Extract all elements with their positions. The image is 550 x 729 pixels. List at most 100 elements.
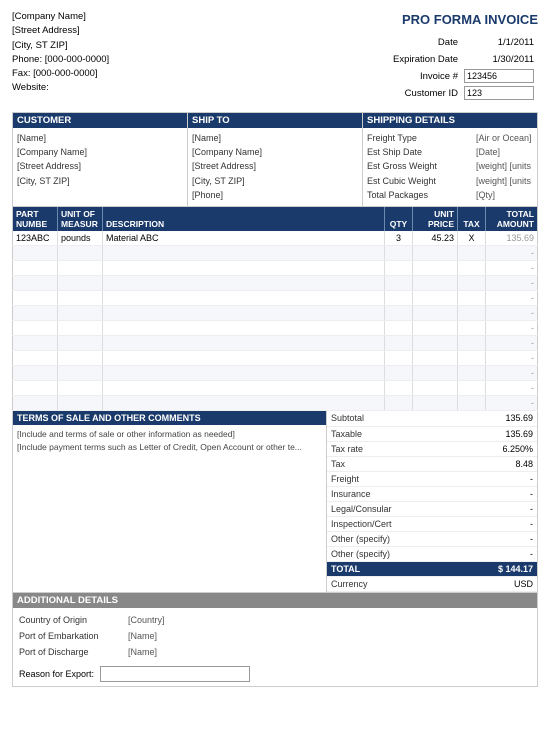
ship-to-street: [Street Address]: [192, 159, 358, 173]
table-row: -: [13, 381, 538, 396]
customer-id-label: Customer ID: [391, 86, 460, 101]
sender-fax: Fax: [000-000-0000]: [12, 67, 109, 81]
customer-id-input[interactable]: [464, 86, 534, 100]
table-row: -: [13, 261, 538, 276]
sender-street: [Street Address]: [12, 24, 109, 38]
expiry-label: Expiration Date: [391, 52, 460, 67]
total-label: TOTAL: [327, 561, 456, 576]
additional-body: Country of Origin [Country] Port of Emba…: [13, 608, 537, 687]
invoice-title: PRO FORMA INVOICE: [389, 10, 538, 31]
ship-to-phone: [Phone]: [192, 188, 358, 202]
legal-value: -: [456, 501, 537, 516]
customer-name: [Name]: [17, 131, 183, 145]
table-row: -: [13, 366, 538, 381]
tax-label: Tax: [327, 456, 456, 471]
gross-weight-label: Est Gross Weight: [367, 159, 472, 173]
ship-to-body: [Name] [Company Name] [Street Address] […: [188, 128, 362, 206]
port-discharge-value: [Name]: [128, 644, 157, 660]
sender-info: [Company Name] [Street Address] [City, S…: [12, 10, 109, 104]
other1-value: -: [456, 531, 537, 546]
freight-type-value: [Air or Ocean]: [476, 131, 532, 145]
gross-weight-value: [weight] [units: [476, 159, 531, 173]
table-row: -: [13, 336, 538, 351]
total-dollar: $: [498, 564, 503, 574]
shipping-section: SHIPPING DETAILS Freight Type [Air or Oc…: [363, 113, 537, 206]
ship-to-name: [Name]: [192, 131, 358, 145]
currency-label: Currency: [327, 576, 456, 591]
shipping-body: Freight Type [Air or Ocean] Est Ship Dat…: [363, 128, 537, 206]
total-amount: 144.17: [505, 564, 533, 574]
customer-header: CUSTOMER: [13, 113, 187, 128]
ship-date-value: [Date]: [476, 145, 500, 159]
cubic-weight-value: [weight] [units: [476, 174, 531, 188]
terms-header: TERMS OF SALE AND OTHER COMMENTS: [13, 411, 326, 425]
inspection-label: Inspection/Cert: [327, 516, 456, 531]
export-input[interactable]: [100, 666, 250, 682]
customer-street: [Street Address]: [17, 159, 183, 173]
ship-to-city: [City, ST ZIP]: [192, 174, 358, 188]
currency-value: USD: [456, 576, 537, 591]
port-discharge-row: Port of Discharge [Name]: [19, 644, 531, 660]
table-row: -: [13, 291, 538, 306]
additional-header: ADDITIONAL DETAILS: [13, 593, 537, 608]
origin-value: [Country]: [128, 612, 165, 628]
table-row: -: [13, 351, 538, 366]
origin-label: Country of Origin: [19, 612, 124, 628]
shipping-header: SHIPPING DETAILS: [363, 113, 537, 128]
invoice-num-input[interactable]: [464, 69, 534, 83]
terms-section: TERMS OF SALE AND OTHER COMMENTS [Includ…: [13, 411, 327, 592]
totals-section: Subtotal 135.69 Taxable 135.69 Tax rate …: [327, 411, 537, 592]
col-part-header: PARTNUMBE: [13, 207, 58, 231]
table-row: -: [13, 306, 538, 321]
table-row: -: [13, 276, 538, 291]
info-row: CUSTOMER [Name] [Company Name] [Street A…: [12, 112, 538, 207]
port-embark-value: [Name]: [128, 628, 157, 644]
additional-section: ADDITIONAL DETAILS Country of Origin [Co…: [12, 593, 538, 688]
ship-date-label: Est Ship Date: [367, 145, 472, 159]
freight-value: -: [456, 471, 537, 486]
customer-body: [Name] [Company Name] [Street Address] […: [13, 128, 187, 192]
table-row: -: [13, 246, 538, 261]
terms-line1: [Include and terms of sale or other info…: [17, 428, 322, 441]
packages-value: [Qty]: [476, 188, 495, 202]
col-desc-header: DESCRIPTION: [103, 207, 385, 231]
freight-label: Freight: [327, 471, 456, 486]
packages-label: Total Packages: [367, 188, 472, 202]
sender-phone: Phone: [000-000-0000]: [12, 53, 109, 67]
subtotal-value: 135.69: [456, 411, 537, 426]
col-total-header: TOTALAMOUNT: [486, 207, 538, 231]
col-tax-header: TAX: [458, 207, 486, 231]
ship-to-company: [Company Name]: [192, 145, 358, 159]
taxable-label: Taxable: [327, 426, 456, 441]
expiry-value: 1/30/2011: [462, 52, 536, 67]
taxable-value: 135.69: [456, 426, 537, 441]
port-discharge-label: Port of Discharge: [19, 644, 124, 660]
invoice-num-label: Invoice #: [391, 69, 460, 84]
taxrate-value: 6.250%: [456, 441, 537, 456]
invoice-meta: PRO FORMA INVOICE Date 1/1/2011 Expirati…: [389, 10, 538, 104]
other2-value: -: [456, 546, 537, 561]
export-row: Reason for Export:: [19, 666, 531, 682]
col-price-header: UNITPRICE: [413, 207, 458, 231]
legal-label: Legal/Consular: [327, 501, 456, 516]
bottom-area: TERMS OF SALE AND OTHER COMMENTS [Includ…: [12, 411, 538, 593]
sender-website: Website:: [12, 81, 109, 95]
insurance-value: -: [456, 486, 537, 501]
customer-city: [City, ST ZIP]: [17, 174, 183, 188]
col-unit-header: UNIT OFMEASUR: [58, 207, 103, 231]
table-row: -: [13, 396, 538, 411]
terms-line2: [Include payment terms such as Letter of…: [17, 441, 322, 454]
date-value: 1/1/2011: [462, 35, 536, 50]
sender-city: [City, ST ZIP]: [12, 39, 109, 53]
export-label: Reason for Export:: [19, 666, 94, 682]
col-qty-header: QTY: [385, 207, 413, 231]
terms-body: [Include and terms of sale or other info…: [13, 425, 326, 457]
ship-to-section: SHIP TO [Name] [Company Name] [Street Ad…: [188, 113, 363, 206]
port-embark-label: Port of Embarkation: [19, 628, 124, 644]
tax-value: 8.48: [456, 456, 537, 471]
port-embark-row: Port of Embarkation [Name]: [19, 628, 531, 644]
cubic-weight-label: Est Cubic Weight: [367, 174, 472, 188]
table-row: 123ABCpoundsMaterial ABC345.23X135.69: [13, 231, 538, 246]
subtotal-label: Subtotal: [327, 411, 456, 426]
total-value: $ 144.17: [456, 561, 537, 576]
